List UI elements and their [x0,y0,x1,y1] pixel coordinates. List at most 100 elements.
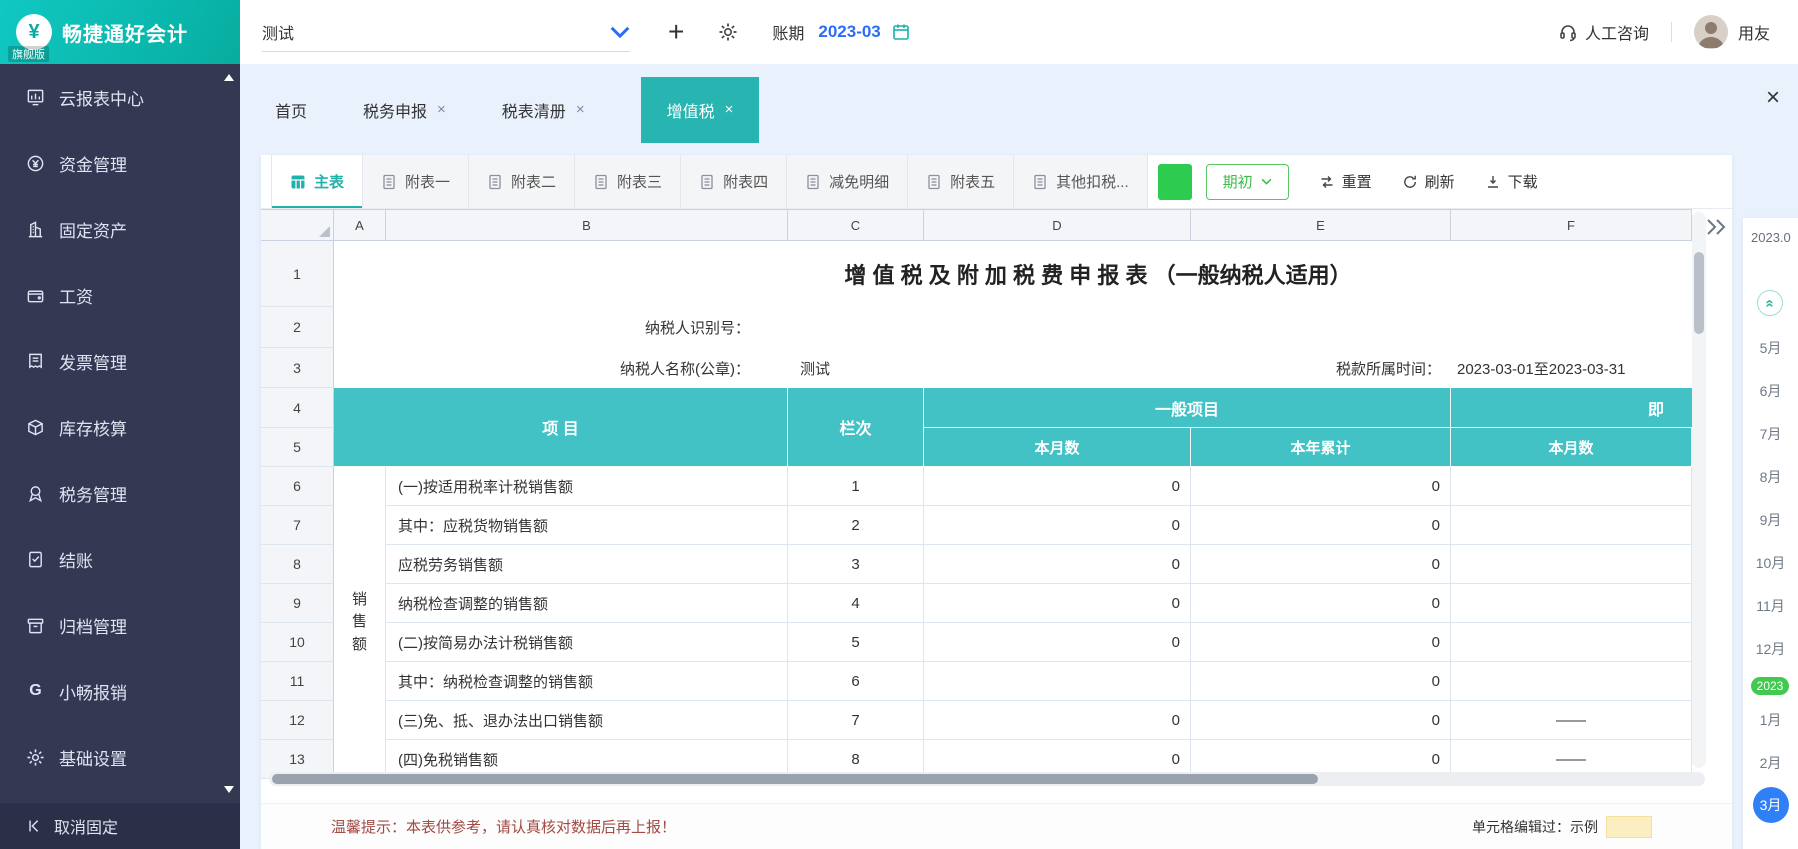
month-item-selected[interactable]: 3月 [1743,787,1798,823]
row-number[interactable]: 12 [261,701,334,740]
month-item[interactable]: 2月 [1743,753,1798,773]
cell-ytd[interactable]: 0 [1191,545,1451,584]
clipped-action-button[interactable] [1157,163,1192,200]
cell-refund[interactable] [1451,623,1692,662]
cell-ytd[interactable]: 0 [1191,506,1451,545]
month-item[interactable]: 12月 [1743,639,1798,659]
sidebar-item-closing[interactable]: 结账 [0,526,240,592]
unpin-sidebar-button[interactable]: 取消固定 [0,803,240,849]
spreadsheet-viewport[interactable]: A B C D E F 1 2 3 4 5 6 7 8 9 10 11 12 1… [261,209,1692,803]
download-button[interactable]: 下载 [1485,171,1538,192]
taxpayer-name-value[interactable]: 测试 [788,348,924,388]
column-header[interactable]: F [1451,210,1692,241]
sheet-tab-other-deduction[interactable]: 其他扣税... [1014,155,1148,208]
cell-month[interactable]: 0 [924,701,1191,740]
row-number[interactable]: 11 [261,662,334,701]
cell-refund[interactable] [1451,506,1692,545]
add-account-button[interactable]: + [668,18,684,46]
month-item[interactable]: 10月 [1743,553,1798,573]
cell-month[interactable]: 0 [924,623,1191,662]
sidebar-item-inventory[interactable]: 库存核算 [0,394,240,460]
calendar-icon[interactable] [891,22,911,42]
opening-balance-button[interactable]: 期初 [1205,163,1289,200]
month-item[interactable]: 5月 [1743,338,1798,358]
month-item[interactable]: 1月 [1743,710,1798,730]
row-number[interactable]: 3 [261,348,334,388]
cell-month[interactable]: 0 [924,584,1191,623]
row-number[interactable]: 8 [261,545,334,584]
tab-tax-filing[interactable]: 税务申报 × [363,98,446,122]
tab-vat-active[interactable]: 增值税 × [640,76,760,143]
cell-ytd[interactable]: 0 [1191,467,1451,506]
sheet-tab-exemption-detail[interactable]: 减免明细 [787,155,909,208]
period-value[interactable]: 2023-03 [818,22,880,42]
close-tab-icon[interactable]: × [725,101,734,118]
cell-refund[interactable] [1451,545,1692,584]
close-tab-icon[interactable]: × [437,101,446,118]
cell-refund[interactable] [1451,662,1692,701]
sheet-tab-appendix5[interactable]: 附表五 [908,155,1015,208]
refresh-button[interactable]: 刷新 [1402,171,1455,192]
vendor-label[interactable]: 用友 [1738,20,1770,44]
cell-refund[interactable] [1451,584,1692,623]
row-number[interactable]: 5 [261,428,334,467]
cell-ytd[interactable]: 0 [1191,623,1451,662]
vertical-scrollbar[interactable] [1692,212,1706,768]
sidebar-scroll-up-icon[interactable] [224,74,234,81]
sidebar-item-tax[interactable]: 税务管理 [0,460,240,526]
month-item[interactable]: 9月 [1743,510,1798,530]
cell-refund[interactable] [1451,467,1692,506]
sheet-tab-appendix2[interactable]: 附表二 [469,155,576,208]
cell-ytd[interactable]: 0 [1191,662,1451,701]
sidebar-item-cloud-reports[interactable]: 云报表中心 [0,64,240,130]
row-number[interactable]: 7 [261,506,334,545]
cell-month[interactable]: 0 [924,467,1191,506]
month-item[interactable]: 7月 [1743,424,1798,444]
sidebar-item-invoices[interactable]: 发票管理 [0,328,240,394]
sheet-tab-appendix1[interactable]: 附表一 [363,155,470,208]
row-number[interactable]: 6 [261,467,334,506]
select-all-corner[interactable] [261,210,334,241]
sidebar-item-archive[interactable]: 归档管理 [0,592,240,658]
close-tab-icon[interactable]: × [576,101,585,118]
cell-month[interactable]: 0 [924,545,1191,584]
sidebar-scroll-down-icon[interactable] [224,786,234,793]
support-button[interactable]: 人工咨询 [1558,20,1649,44]
tab-tax-register[interactable]: 税表清册 × [502,98,585,122]
month-item[interactable]: 8月 [1743,467,1798,487]
cell-ytd[interactable]: 0 [1191,584,1451,623]
horizontal-scrollbar-thumb[interactable] [272,774,1318,784]
avatar[interactable] [1693,15,1728,49]
column-header[interactable]: B [386,210,788,241]
sheet-tab-appendix4[interactable]: 附表四 [681,155,788,208]
cell-month[interactable]: 0 [924,506,1191,545]
gear-icon[interactable] [718,22,738,42]
sheet-tab-main[interactable]: 主表 [271,155,364,208]
close-panel-icon[interactable]: × [1766,86,1780,110]
sidebar-item-fixed-assets[interactable]: 固定资产 [0,196,240,262]
sidebar-item-expense[interactable]: G 小畅报销 [0,658,240,724]
column-header[interactable]: C [788,210,924,241]
reset-button[interactable]: 重置 [1319,171,1372,192]
account-set-select[interactable]: 测试 [262,12,630,52]
sheet-tab-appendix3[interactable]: 附表三 [575,155,682,208]
tab-home[interactable]: 首页 [275,98,307,122]
column-header[interactable]: D [924,210,1191,241]
horizontal-scrollbar[interactable] [269,772,1705,786]
month-item[interactable]: 6月 [1743,381,1798,401]
sidebar-item-funds[interactable]: 资金管理 [0,130,240,196]
row-number[interactable]: 4 [261,388,334,428]
cell-refund[interactable]: —— [1451,701,1692,740]
sidebar-item-salary[interactable]: 工资 [0,262,240,328]
collapse-up-icon[interactable]: « [1757,290,1783,316]
row-number[interactable]: 9 [261,584,334,623]
vertical-scrollbar-thumb[interactable] [1694,252,1704,334]
row-number[interactable]: 10 [261,623,334,662]
cell-month[interactable] [924,662,1191,701]
taxpayer-id-value[interactable] [788,307,1692,348]
row-number[interactable]: 2 [261,307,334,348]
month-item[interactable]: 11月 [1743,596,1798,616]
row-number[interactable]: 1 [261,241,334,307]
column-header[interactable]: A [334,210,386,241]
sidebar-item-settings[interactable]: 基础设置 [0,724,240,790]
